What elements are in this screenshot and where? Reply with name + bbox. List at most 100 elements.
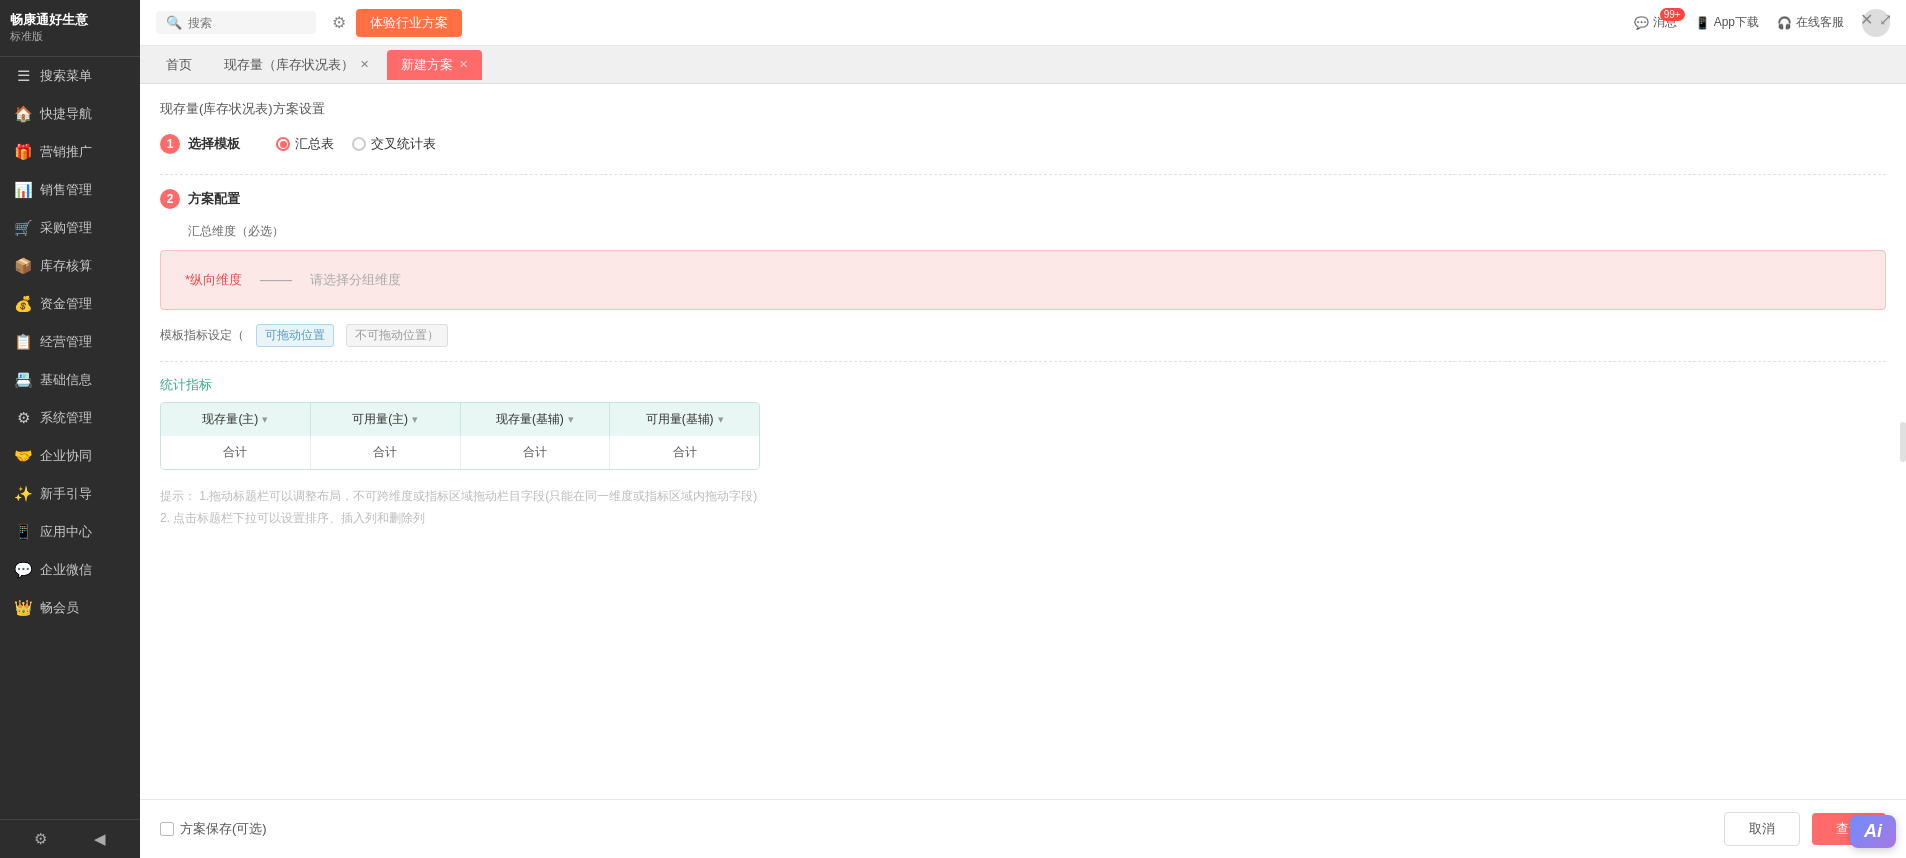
message-btn[interactable]: 💬 消息 99+ xyxy=(1634,14,1677,31)
sidebar-item-system[interactable]: ⚙ 系统管理 xyxy=(0,399,140,437)
inventory-icon: 📦 xyxy=(14,257,32,275)
section1-header: 1 选择模板 汇总表 交叉统计表 xyxy=(160,134,1886,154)
template-options: 汇总表 交叉统计表 xyxy=(276,135,436,153)
stats-cell-4: 合计 xyxy=(610,436,759,469)
sidebar-item-operations[interactable]: 📋 经营管理 xyxy=(0,323,140,361)
sidebar-item-label: 快捷导航 xyxy=(40,105,92,123)
ai-badge[interactable]: Ai xyxy=(1850,815,1896,848)
stats-col-2[interactable]: 可用量(主) ▾ xyxy=(311,403,461,436)
sidebar-item-enterprise[interactable]: 🤝 企业协同 xyxy=(0,437,140,475)
tip-2: 2. 点击标题栏下拉可以设置排序、插入列和删除列 xyxy=(160,508,1886,530)
tab-inventory-close[interactable]: ✕ xyxy=(360,58,369,71)
dimension-placeholder: 请选择分组维度 xyxy=(310,271,401,289)
stats-cell-2: 合计 xyxy=(311,436,461,469)
sidebar-item-marketing[interactable]: 🎁 营销推广 xyxy=(0,133,140,171)
sidebar-item-member[interactable]: 👑 畅会员 xyxy=(0,589,140,627)
sidebar-item-label: 采购管理 xyxy=(40,219,92,237)
stats-col-3[interactable]: 现存量(基辅) ▾ xyxy=(461,403,611,436)
search-box[interactable]: 🔍 xyxy=(156,11,316,34)
dimension-box[interactable]: *纵向维度 —— 请选择分组维度 xyxy=(160,250,1886,310)
finance-icon: 💰 xyxy=(14,295,32,313)
chevron-down-icon-4: ▾ xyxy=(718,413,724,426)
sidebar-item-search-menu[interactable]: ☰ 搜索菜单 xyxy=(0,57,140,95)
stats-col-3-label: 现存量(基辅) xyxy=(496,411,564,428)
radio-cross[interactable]: 交叉统计表 xyxy=(352,135,436,153)
sidebar-item-label: 搜索菜单 xyxy=(40,67,92,85)
sidebar-item-label: 应用中心 xyxy=(40,523,92,541)
tab-home-label: 首页 xyxy=(166,56,192,74)
sidebar-item-quick-nav[interactable]: 🏠 快捷导航 xyxy=(0,95,140,133)
sidebar-logo: 畅康通好生意 标准版 xyxy=(0,0,140,57)
sidebar-item-label: 企业微信 xyxy=(40,561,92,579)
dimension-required-label: *纵向维度 xyxy=(185,271,242,289)
section2-num: 2 xyxy=(160,189,180,209)
radio-cross-label: 交叉统计表 xyxy=(371,135,436,153)
sidebar-item-sales[interactable]: 📊 销售管理 xyxy=(0,171,140,209)
stats-table: 现存量(主) ▾ 可用量(主) ▾ 现存量(基辅) ▾ 可用量(基辅) xyxy=(160,402,760,470)
sidebar-item-app-center[interactable]: 📱 应用中心 xyxy=(0,513,140,551)
sidebar-item-base-info[interactable]: 📇 基础信息 xyxy=(0,361,140,399)
sidebar-item-label: 销售管理 xyxy=(40,181,92,199)
tab-new-plan[interactable]: 新建方案 ✕ xyxy=(387,50,482,80)
stats-col-1[interactable]: 现存量(主) ▾ xyxy=(161,403,311,436)
sidebar-item-label: 系统管理 xyxy=(40,409,92,427)
stats-section-title: 统计指标 xyxy=(160,376,1886,394)
sidebar-item-wechat[interactable]: 💬 企业微信 xyxy=(0,551,140,589)
sidebar-item-label: 库存核算 xyxy=(40,257,92,275)
stats-cell-3: 合计 xyxy=(461,436,611,469)
industry-btn[interactable]: 体验行业方案 xyxy=(356,9,462,37)
base-info-icon: 📇 xyxy=(14,371,32,389)
radio-summary[interactable]: 汇总表 xyxy=(276,135,334,153)
window-expand-icon[interactable]: ⤢ xyxy=(1879,10,1892,29)
app-download-btn[interactable]: 📱 App下载 xyxy=(1695,14,1759,31)
resize-handle[interactable] xyxy=(1900,422,1906,462)
non-draggable-badge: 不可拖动位置） xyxy=(346,324,448,347)
save-option[interactable]: 方案保存(可选) xyxy=(160,820,267,838)
radio-cross-dot xyxy=(352,137,366,151)
search-icon: 🔍 xyxy=(166,15,182,30)
draggable-badge: 可拖动位置 xyxy=(256,324,334,347)
save-option-label: 方案保存(可选) xyxy=(180,820,267,838)
marketing-icon: 🎁 xyxy=(14,143,32,161)
sales-icon: 📊 xyxy=(14,181,32,199)
purchase-icon: 🛒 xyxy=(14,219,32,237)
save-checkbox[interactable] xyxy=(160,822,174,836)
window-close-icon[interactable]: ✕ xyxy=(1860,10,1873,29)
sidebar-item-finance[interactable]: 💰 资金管理 xyxy=(0,285,140,323)
chevron-down-icon-1: ▾ xyxy=(262,413,268,426)
aggregation-label: 汇总维度（必选） xyxy=(188,223,1886,240)
stats-table-body: 合计 合计 合计 合计 xyxy=(161,436,759,469)
bottom-bar: 方案保存(可选) 取消 查询 xyxy=(140,799,1906,858)
sidebar-item-purchase[interactable]: 🛒 采购管理 xyxy=(0,209,140,247)
radio-summary-label: 汇总表 xyxy=(295,135,334,153)
gear-icon[interactable]: ⚙ xyxy=(332,13,346,32)
sidebar-item-label: 营销推广 xyxy=(40,143,92,161)
app-version: 标准版 xyxy=(10,29,130,44)
sidebar-item-label: 企业协同 xyxy=(40,447,92,465)
topbar: 🔍 ⚙ 体验行业方案 💬 消息 99+ 📱 App下载 🎧 在线客服 xyxy=(140,0,1906,46)
sidebar-nav: ☰ 搜索菜单 🏠 快捷导航 🎁 营销推广 📊 销售管理 🛒 采购管理 📦 库存核… xyxy=(0,57,140,819)
tab-inventory-status[interactable]: 现存量（库存状况表） ✕ xyxy=(210,50,383,80)
section1-title: 选择模板 xyxy=(188,135,240,153)
customer-service-btn[interactable]: 🎧 在线客服 xyxy=(1777,14,1844,31)
new-guide-icon: ✨ xyxy=(14,485,32,503)
sidebar-item-new-guide[interactable]: ✨ 新手引导 xyxy=(0,475,140,513)
enterprise-icon: 🤝 xyxy=(14,447,32,465)
stats-col-4[interactable]: 可用量(基辅) ▾ xyxy=(610,403,759,436)
system-icon: ⚙ xyxy=(14,409,32,427)
page-title: 现存量(库存状况表)方案设置 xyxy=(160,100,1886,118)
sidebar-item-label: 基础信息 xyxy=(40,371,92,389)
sidebar-footer: ⚙ ◀ xyxy=(0,819,140,858)
section1-num: 1 xyxy=(160,134,180,154)
tab-home[interactable]: 首页 xyxy=(152,50,206,80)
sidebar-settings-icon[interactable]: ⚙ xyxy=(34,830,47,848)
sidebar-item-inventory[interactable]: 📦 库存核算 xyxy=(0,247,140,285)
cancel-button[interactable]: 取消 xyxy=(1724,812,1800,846)
sidebar-collapse-icon[interactable]: ◀ xyxy=(94,830,106,848)
stats-table-header: 现存量(主) ▾ 可用量(主) ▾ 现存量(基辅) ▾ 可用量(基辅) xyxy=(161,403,759,436)
search-menu-icon: ☰ xyxy=(14,67,32,85)
radio-summary-dot xyxy=(276,137,290,151)
search-input[interactable] xyxy=(188,16,288,30)
tab-new-plan-close[interactable]: ✕ xyxy=(459,58,468,71)
app-download-label: App下载 xyxy=(1714,14,1759,31)
